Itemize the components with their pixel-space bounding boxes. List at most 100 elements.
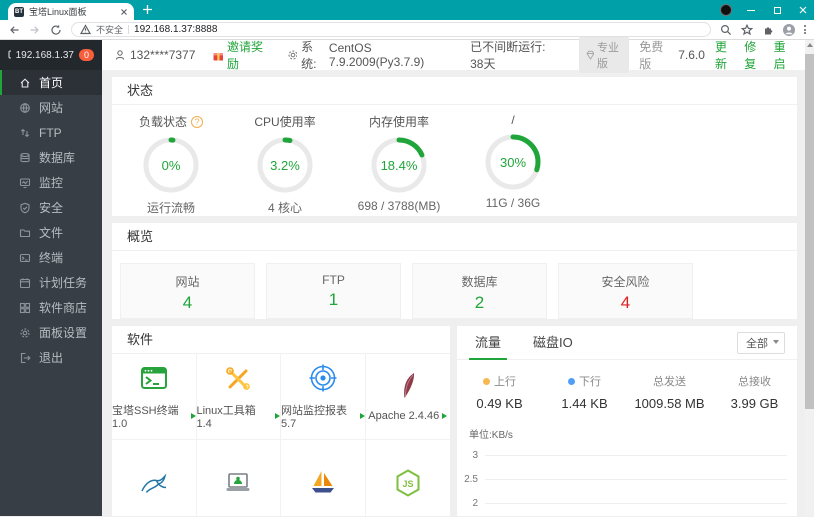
gauge-cpu[interactable]: CPU使用率 3.2% 4 核心 <box>228 105 342 216</box>
titlebar-profile-avatar[interactable] <box>720 4 732 16</box>
gauge-sub: 4 核心 <box>267 201 302 215</box>
down-dot-icon <box>568 377 575 385</box>
gauge-disk-root[interactable]: / 30% 11G / 36G <box>456 105 570 216</box>
address-bar[interactable]: 不安全 192.168.1.37:8888 <box>71 22 711 37</box>
browser-titlebar: BT 宝塔Linux面板 <box>0 0 814 20</box>
sidebar-item-files[interactable]: 文件 <box>0 220 102 245</box>
update-link[interactable]: 更新 <box>715 38 734 72</box>
sidebar-item-website[interactable]: 网站 <box>0 95 102 120</box>
sidebar-item-ftp[interactable]: FTP <box>0 120 102 145</box>
window-maximize-button[interactable] <box>770 3 784 17</box>
chart-gridline: 2 <box>457 498 787 509</box>
invite-reward-link[interactable]: 邀请奖励 <box>213 38 268 72</box>
tab-traffic[interactable]: 流量 <box>469 326 508 360</box>
pro-version-badge[interactable]: 专业版 <box>579 37 630 73</box>
overview-box-databases[interactable]: 数据库 2 <box>412 263 547 319</box>
app-linux-toolbox[interactable]: Linux工具箱 1.4 <box>196 354 281 440</box>
sidebar-item-settings[interactable]: 面板设置 <box>0 320 102 345</box>
overview-card-title: 概览 <box>112 223 797 251</box>
sidebar-item-cron[interactable]: 计划任务 <box>0 270 102 295</box>
sidebar-item-security[interactable]: 安全 <box>0 195 102 220</box>
url-text[interactable]: 192.168.1.37:8888 <box>134 24 217 35</box>
app-apache[interactable]: Apache 2.4.46 <box>365 354 450 440</box>
sidebar-item-terminal[interactable]: 终端 <box>0 245 102 270</box>
terminal-icon <box>19 252 31 264</box>
overview-card: 概览 网站 4 FTP 1 数据库 2 安全风险 4 <box>112 223 797 319</box>
gauge-value: 30% <box>499 154 527 170</box>
server-ip: 192.168.1.37 <box>15 49 74 61</box>
gear-icon <box>19 327 31 339</box>
scrollbar-up-icon[interactable] <box>806 43 813 47</box>
running-icon <box>359 413 365 419</box>
url-separator <box>128 25 130 34</box>
status-card: 状态 负载状态? 0% 运行流畅 CPU使用率 3.2% 4 核心 内存使用率 … <box>112 77 797 216</box>
diamond-icon <box>586 50 595 60</box>
overview-box-security-risks[interactable]: 安全风险 4 <box>558 263 693 319</box>
system-info[interactable]: 系统: CentOS 7.9.2009(Py3.7.9) <box>287 38 452 72</box>
chart-gridline: 3 <box>457 450 787 461</box>
status-card-title: 状态 <box>112 77 797 105</box>
home-icon <box>19 77 31 89</box>
profile-avatar-icon[interactable] <box>783 23 795 36</box>
browser-menu-icon[interactable] <box>804 25 806 34</box>
app-site-monitor-report[interactable]: 网站监控报表 5.7 <box>281 354 366 440</box>
svg-text:JS: JS <box>402 479 413 489</box>
logout-icon <box>19 352 31 364</box>
traffic-chart: 3 2.5 2 <box>457 450 797 509</box>
tab-disk-io[interactable]: 磁盘IO <box>527 326 579 360</box>
page-scrollbar[interactable] <box>805 40 814 516</box>
toolbox-icon <box>226 367 251 390</box>
traffic-card: 流量 磁盘IO 全部 上行 0.49 KB 下行 1.44 KB 总发送 100… <box>457 326 797 516</box>
tab-title: 宝塔Linux面板 <box>29 7 87 17</box>
software-card-title: 软件 <box>112 326 450 354</box>
grid-icon <box>19 302 31 314</box>
sidebar-item-logout[interactable]: 退出 <box>0 345 102 370</box>
new-tab-button[interactable] <box>142 4 153 15</box>
sidebar-item-home[interactable]: 首页 <box>0 70 102 95</box>
apache-feather-icon <box>403 373 414 398</box>
app-bt-panel[interactable] <box>197 440 281 516</box>
scrollbar-thumb[interactable] <box>805 54 814 409</box>
user-account[interactable]: 132****7377 <box>114 48 195 62</box>
gauge-value: 3.2% <box>270 157 300 173</box>
running-icon <box>275 413 280 419</box>
gauge-sub: 运行流畅 <box>146 201 195 215</box>
nodejs-icon: JS <box>396 468 420 497</box>
sidebar-server-header[interactable]: 192.168.1.37 0 <box>0 40 102 70</box>
restart-link[interactable]: 重启 <box>774 38 793 72</box>
gauge-memory[interactable]: 内存使用率 18.4% 698 / 3788(MB) <box>342 105 456 216</box>
message-count-badge[interactable]: 0 <box>78 49 94 61</box>
app-bt-ssh-terminal[interactable]: 宝塔SSH终端 1.0 <box>112 354 197 440</box>
overview-box-ftp[interactable]: FTP 1 <box>266 263 401 319</box>
tab-close-icon[interactable] <box>120 8 128 16</box>
gauge-value: 18.4% <box>380 157 418 173</box>
system-gear-icon <box>288 50 298 60</box>
database-icon <box>19 152 31 164</box>
traffic-filter-select[interactable]: 全部 <box>737 331 785 354</box>
traffic-stats: 上行 0.49 KB 下行 1.44 KB 总发送 1009.58 MB 总接收… <box>457 373 797 411</box>
reload-button-icon[interactable] <box>50 24 62 36</box>
extensions-puzzle-icon[interactable] <box>762 24 774 36</box>
repair-link[interactable]: 修复 <box>744 38 763 72</box>
not-secure-warning-icon[interactable] <box>80 24 91 35</box>
browser-tab[interactable]: BT 宝塔Linux面板 <box>8 3 134 20</box>
gauge-load[interactable]: 负载状态? 0% 运行流畅 <box>114 105 228 216</box>
overview-box-websites[interactable]: 网站 4 <box>120 263 255 319</box>
forward-button-icon[interactable] <box>29 24 41 36</box>
help-icon[interactable]: ? <box>191 115 203 128</box>
radar-icon <box>309 364 337 392</box>
window-minimize-button[interactable] <box>744 3 758 17</box>
back-button-icon[interactable] <box>8 24 20 36</box>
app-mysql[interactable] <box>112 440 197 516</box>
sidebar-item-monitor[interactable]: 监控 <box>0 170 102 195</box>
sidebar-item-appstore[interactable]: 软件商店 <box>0 295 102 320</box>
mysql-dolphin-icon <box>141 473 167 493</box>
bookmark-star-icon[interactable] <box>741 23 753 36</box>
zoom-icon[interactable] <box>720 24 732 36</box>
software-card: 软件 宝塔SSH终端 1.0 Linux工具箱 1.4 网站监控报表 5.7 A… <box>112 326 450 516</box>
app-phpmyadmin[interactable] <box>281 440 366 516</box>
sidebar-item-database[interactable]: 数据库 <box>0 145 102 170</box>
window-close-button[interactable] <box>796 3 810 17</box>
gauge-value: 0% <box>161 157 181 173</box>
app-nodejs[interactable]: JS <box>366 440 451 516</box>
